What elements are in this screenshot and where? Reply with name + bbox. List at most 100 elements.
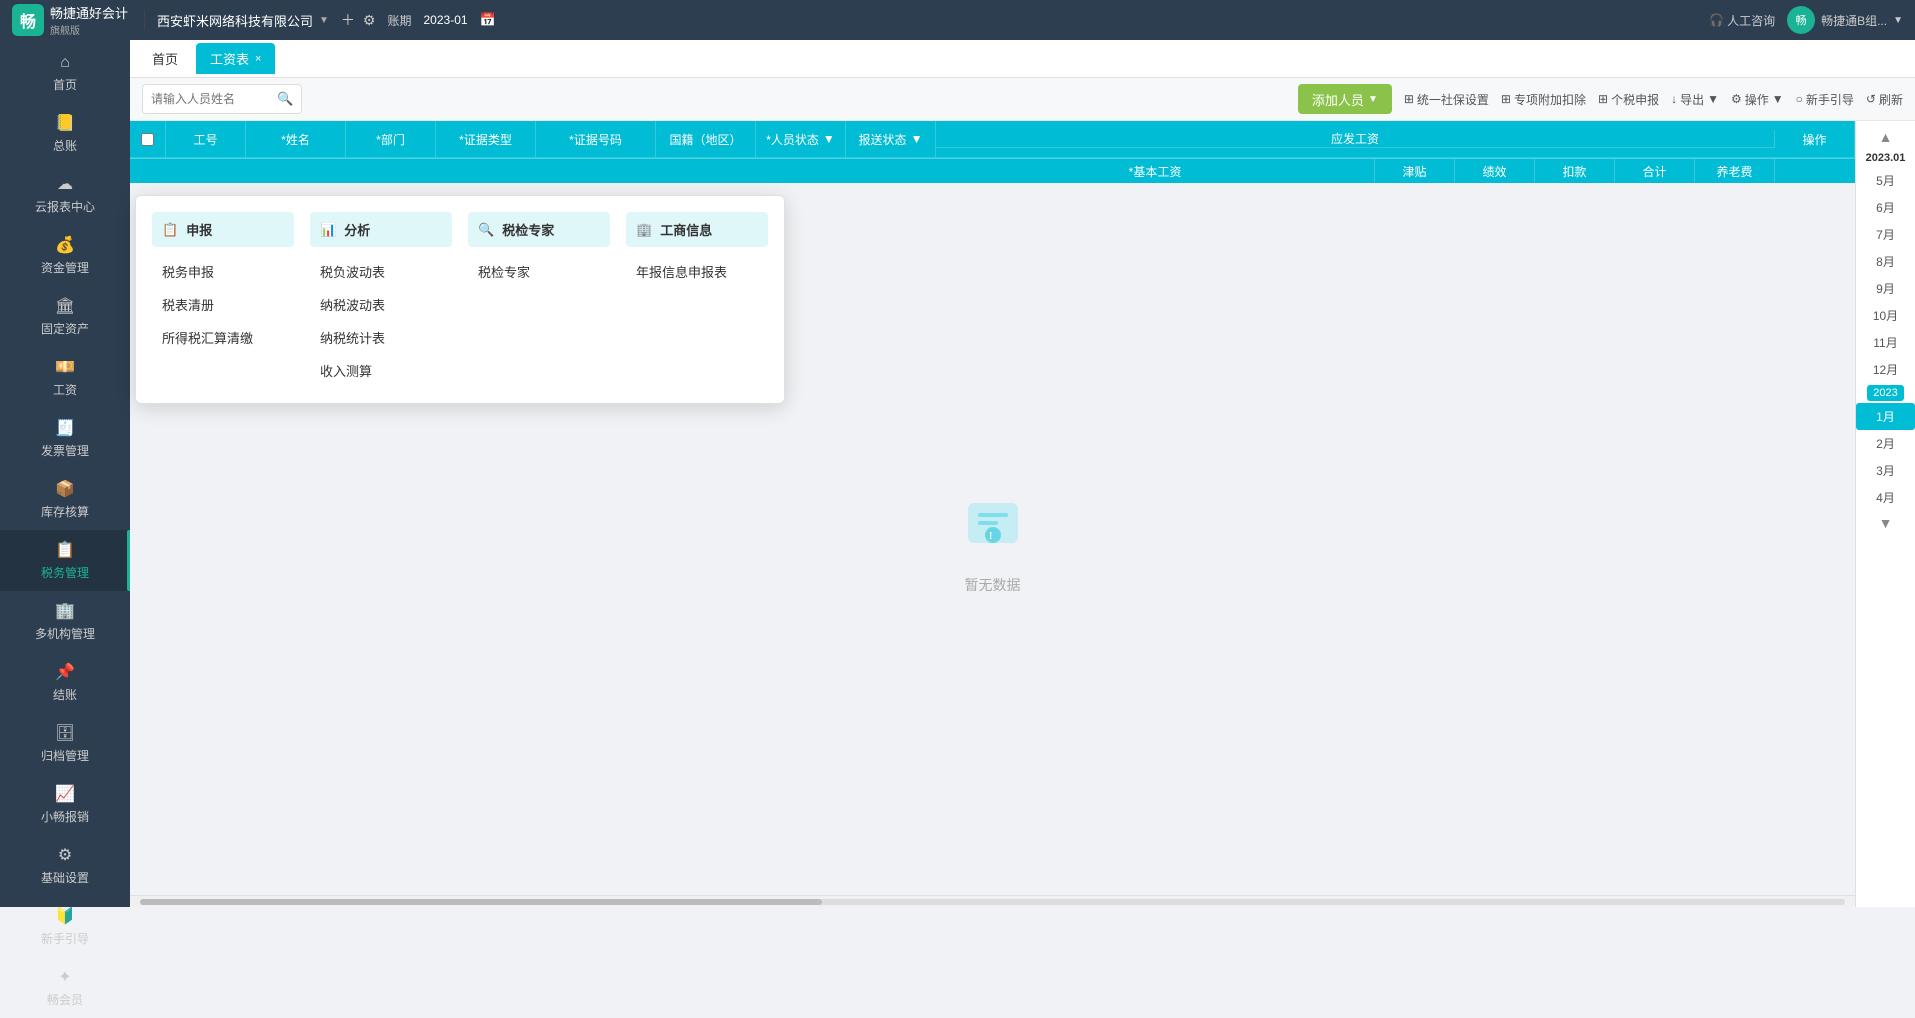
top-bar-right: 🎧 人工咨询 畅 畅捷通B组... ▼ xyxy=(1709,6,1903,34)
select-all-checkbox[interactable] xyxy=(141,133,154,146)
user-area[interactable]: 畅 畅捷通B组... ▼ xyxy=(1787,6,1903,34)
col-nationality: 国籍（地区） xyxy=(656,121,756,157)
section-header-shenbaio: 📋 申报 xyxy=(152,212,294,247)
export-chevron-icon: ▼ xyxy=(1707,92,1719,106)
user-chevron-icon: ▼ xyxy=(1893,15,1903,26)
cal-up-btn[interactable]: ▲ xyxy=(1875,125,1897,149)
menu-item-tax-stats[interactable]: 纳税统计表 xyxy=(310,321,452,354)
cal-month-7[interactable]: 7月 xyxy=(1856,221,1915,248)
add-icon[interactable]: ＋ xyxy=(341,10,355,30)
cal-month-5[interactable]: 5月 xyxy=(1856,167,1915,194)
sub-col-allowance: 津贴 xyxy=(1375,159,1455,183)
sidebar-item-guide[interactable]: 🔰 新手引导 xyxy=(0,896,130,957)
menu-item-tax-declare[interactable]: 税务申报 xyxy=(152,255,294,288)
cal-month-8[interactable]: 8月 xyxy=(1856,248,1915,275)
sidebar-item-report[interactable]: 📈 小畅报销 xyxy=(0,774,130,835)
sidebar-item-vip[interactable]: ✦ 畅会员 xyxy=(0,957,130,1018)
sidebar-item-funds[interactable]: 💰 资金管理 xyxy=(0,225,130,286)
top-bar: 畅 畅捷通好会计 旗舰版 西安虾米网络科技有限公司 ▼ ＋ ⚙ 账期 2023-… xyxy=(0,0,1915,40)
sidebar-item-inventory[interactable]: 📦 库存核算 xyxy=(0,469,130,530)
cal-month-2[interactable]: 2月 xyxy=(1856,430,1915,457)
company-name: 西安虾米网络科技有限公司 xyxy=(157,11,313,30)
sidebar-label-funds: 资金管理 xyxy=(41,259,89,276)
scrollbar-area[interactable] xyxy=(130,895,1855,907)
sidebar-item-tax[interactable]: 📋 税务管理 xyxy=(0,530,130,591)
refresh-icon: ↺ xyxy=(1866,92,1876,106)
search-input[interactable] xyxy=(151,92,271,106)
sidebar-item-invoice[interactable]: 🧾 发票管理 xyxy=(0,408,130,469)
sidebar-label-ledger: 总账 xyxy=(53,137,77,154)
menu-item-tax-table[interactable]: 税表清册 xyxy=(152,288,294,321)
menu-item-annual-report[interactable]: 年报信息申报表 xyxy=(626,255,768,288)
cal-month-11[interactable]: 11月 xyxy=(1856,329,1915,356)
cal-month-1[interactable]: 1月 xyxy=(1856,403,1915,430)
cal-down-btn[interactable]: ▼ xyxy=(1875,511,1897,535)
sidebar-item-multi[interactable]: 🏢 多机构管理 xyxy=(0,591,130,652)
menu-item-tax-burden[interactable]: 税负波动表 xyxy=(310,255,452,288)
logo-icon: 畅 xyxy=(12,4,44,36)
cal-month-9[interactable]: 9月 xyxy=(1856,275,1915,302)
report-filter-icon[interactable]: ▼ xyxy=(911,132,923,146)
empty-text: 暂无数据 xyxy=(965,575,1021,595)
col-operate: 操作 xyxy=(1775,121,1855,157)
invoice-icon: 🧾 xyxy=(55,418,75,438)
scrollbar-thumb[interactable] xyxy=(140,899,822,905)
settings-sidebar-icon: ⚙ xyxy=(58,845,72,865)
dropdown-section-analysis: 📊 分析 税负波动表 纳税波动表 纳税统计表 收入测算 xyxy=(310,212,452,387)
cal-month-3[interactable]: 3月 xyxy=(1856,457,1915,484)
sidebar-item-archive[interactable]: 🗄 归档管理 xyxy=(0,713,130,774)
analysis-section-icon: 📊 xyxy=(320,222,336,238)
cal-month-10[interactable]: 10月 xyxy=(1856,302,1915,329)
menu-item-tax-settle[interactable]: 所得税汇算清缴 xyxy=(152,321,294,354)
settings-icon[interactable]: ⚙ xyxy=(363,12,376,29)
special-deduction-btn[interactable]: ⊞ 专项附加扣除 xyxy=(1501,91,1586,108)
operate-btn[interactable]: ⚙ 操作 ▼ xyxy=(1731,91,1784,108)
toolbar: 🔍 添加人员 ▼ ⊞ 统一社保设置 ⊞ 专项附加扣除 ⊞ 个税申报 xyxy=(130,78,1915,121)
social-icon: ⊞ xyxy=(1404,92,1414,106)
sidebar-item-settings[interactable]: ⚙ 基础设置 xyxy=(0,835,130,896)
refresh-btn[interactable]: ↺ 刷新 xyxy=(1866,91,1903,108)
cal-month-4[interactable]: 4月 xyxy=(1856,484,1915,511)
operate-icon: ⚙ xyxy=(1731,92,1742,106)
tab-close-icon[interactable]: × xyxy=(255,53,261,65)
menu-item-tax-fluctuation[interactable]: 纳税波动表 xyxy=(310,288,452,321)
tab-bar: 首页 工资表 × xyxy=(130,40,1915,78)
filter-icon[interactable]: ▼ xyxy=(823,132,835,146)
sidebar-item-cloud[interactable]: ☁ 云报表中心 xyxy=(0,164,130,225)
sidebar-item-salary[interactable]: 💴 工资 xyxy=(0,347,130,408)
company-selector[interactable]: 西安虾米网络科技有限公司 ▼ xyxy=(157,11,329,30)
home-icon: ⌂ xyxy=(60,54,70,72)
tax-report-btn[interactable]: ⊞ 个税申报 xyxy=(1598,91,1659,108)
multi-icon: 🏢 xyxy=(55,601,75,621)
sidebar-label-settings: 基础设置 xyxy=(41,869,89,886)
sidebar-item-close[interactable]: 📌 结账 xyxy=(0,652,130,713)
logo-text: 畅捷通好会计 旗舰版 xyxy=(50,3,128,37)
cal-month-12[interactable]: 12月 xyxy=(1856,356,1915,383)
add-btn-chevron-icon: ▼ xyxy=(1368,94,1378,105)
cal-month-6[interactable]: 6月 xyxy=(1856,194,1915,221)
tab-home[interactable]: 首页 xyxy=(138,43,192,74)
guide-btn[interactable]: ○ 新手引导 xyxy=(1796,91,1854,108)
funds-icon: 💰 xyxy=(55,235,75,255)
col-id: 工号 xyxy=(166,121,246,157)
calendar-icon[interactable]: 📅 xyxy=(480,12,496,28)
guide-circle-icon: ○ xyxy=(1796,92,1803,106)
menu-item-income-estimate[interactable]: 收入测算 xyxy=(310,354,452,387)
tab-salary[interactable]: 工资表 × xyxy=(196,43,275,74)
inventory-icon: 📦 xyxy=(55,479,75,499)
sidebar-item-ledger[interactable]: 📒 总账 xyxy=(0,103,130,164)
dropdown-section-shenbaio: 📋 申报 税务申报 税表清册 所得税汇算清缴 xyxy=(152,212,294,387)
social-security-btn[interactable]: ⊞ 统一社保设置 xyxy=(1404,91,1489,108)
expert-section-icon: 🔍 xyxy=(478,222,494,238)
section-header-bizinfo: 🏢 工商信息 xyxy=(626,212,768,247)
add-person-button[interactable]: 添加人员 ▼ xyxy=(1298,84,1392,114)
sidebar-item-home[interactable]: ⌂ 首页 xyxy=(0,44,130,103)
close-account-icon: 📌 xyxy=(55,662,75,682)
support-link[interactable]: 🎧 人工咨询 xyxy=(1709,12,1775,29)
sub-col-performance: 绩效 xyxy=(1455,159,1535,183)
sidebar-item-fixed[interactable]: 🏛 固定资产 xyxy=(0,286,130,347)
dropdown-section-bizinfo: 🏢 工商信息 年报信息申报表 xyxy=(626,212,768,387)
menu-item-tax-expert[interactable]: 税检专家 xyxy=(468,255,610,288)
export-btn[interactable]: ↓ 导出 ▼ xyxy=(1671,91,1719,108)
tax-dropdown-menu: 📋 申报 税务申报 税表清册 所得税汇算清缴 📊 分析 税负波动表 纳税波动表 … xyxy=(135,195,785,404)
